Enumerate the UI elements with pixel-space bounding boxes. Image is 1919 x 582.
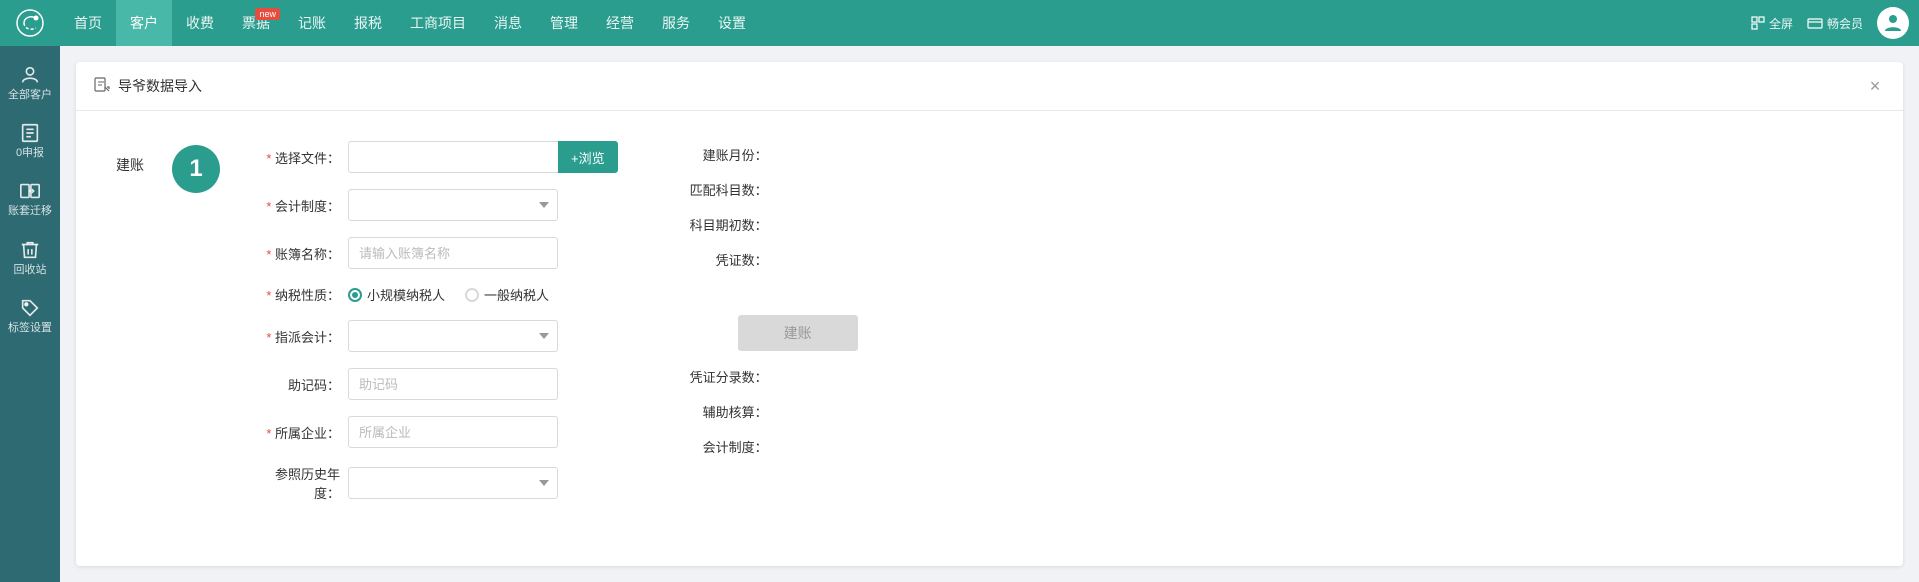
aux-account-label: 辅助核算： xyxy=(678,402,768,421)
new-badge: new xyxy=(255,8,280,20)
match-subjects-label: 匹配科目数： xyxy=(678,180,768,199)
step-label: 建账 xyxy=(116,155,144,175)
ledger-name-row: 账簿名称： xyxy=(260,237,618,269)
sidebar-item-tags[interactable]: 标签设置 xyxy=(2,289,58,343)
form-left-col: 选择文件： +浏览 会计制度： xyxy=(260,141,618,502)
tax-small-radio[interactable]: 小规模纳税人 xyxy=(348,285,445,304)
create-account-button: 建账 xyxy=(738,315,858,351)
subjects-initial-label: 科目期初数： xyxy=(678,215,768,234)
memo-row: 助记码： xyxy=(260,368,618,400)
sidebar-item-trash[interactable]: 回收站 xyxy=(2,231,58,285)
nav-messages[interactable]: 消息 xyxy=(480,0,536,46)
build-month-label: 建账月份： xyxy=(678,145,768,164)
main-layout: 全部客户 0申报 账套迁移 回收站 xyxy=(0,46,1919,582)
right-accounting-system-label: 会计制度： xyxy=(678,437,768,456)
logo xyxy=(10,3,50,43)
file-input-group: +浏览 xyxy=(348,141,618,173)
history-year-select[interactable] xyxy=(348,467,558,499)
form-grid: 选择文件： +浏览 会计制度： xyxy=(260,141,878,502)
accounting-system-select[interactable] xyxy=(348,189,558,221)
company-input[interactable] xyxy=(348,416,558,448)
step-circle: 1 xyxy=(172,145,220,193)
nav-bookkeeping[interactable]: 记账 xyxy=(284,0,340,46)
modal-header: 导爷数据导入 xyxy=(76,62,1903,111)
right-accounting-system-row: 会计制度： xyxy=(678,437,878,456)
vip-button[interactable]: 畅会员 xyxy=(1807,15,1863,32)
form-right-col: 建账月份： 匹配科目数： 科目期初数： 凭证数： xyxy=(678,141,878,502)
avatar[interactable] xyxy=(1877,7,1909,39)
memo-label: 助记码： xyxy=(260,375,340,394)
modal-title: 导爷数据导入 xyxy=(118,76,202,96)
accounting-system-label: 会计制度： xyxy=(260,196,340,215)
company-label: 所属企业： xyxy=(260,423,340,442)
tax-general-radio[interactable]: 一般纳税人 xyxy=(465,285,549,304)
build-month-row: 建账月份： xyxy=(678,145,878,164)
nav-business[interactable]: 工商项目 xyxy=(396,0,480,46)
file-input[interactable] xyxy=(348,141,558,173)
accountant-row: 指派会计： xyxy=(260,320,618,352)
sidebar-label-trash: 回收站 xyxy=(14,264,47,277)
nav-services[interactable]: 服务 xyxy=(648,0,704,46)
tax-type-row: 纳税性质： 小规模纳税人 一般纳税人 xyxy=(260,285,618,304)
nav-menu: 首页 客户 收费 票据 new 记账 报税 工商项目 消息 管理 经营 服务 设… xyxy=(60,0,1751,46)
fullscreen-button[interactable]: 全屏 xyxy=(1751,15,1793,32)
history-year-label: 参照历史年度： xyxy=(260,464,340,502)
sidebar-item-all-clients[interactable]: 全部客户 xyxy=(2,56,58,110)
tax-type-label: 纳税性质： xyxy=(260,285,340,304)
accounting-system-row: 会计制度： xyxy=(260,189,618,221)
nav-tax[interactable]: 报税 xyxy=(340,0,396,46)
tax-small-label: 小规模纳税人 xyxy=(367,285,445,304)
ledger-name-label: 账簿名称： xyxy=(260,244,340,263)
browse-button[interactable]: +浏览 xyxy=(558,141,618,173)
radio-circle-general xyxy=(465,288,479,302)
nav-right-actions: 全屏 畅会员 xyxy=(1751,7,1909,39)
sidebar-label-zero-report: 0申报 xyxy=(16,147,44,160)
sidebar-item-migration[interactable]: 账套迁移 xyxy=(2,172,58,226)
import-icon xyxy=(94,77,110,96)
nav-clients[interactable]: 客户 xyxy=(116,0,172,46)
top-navigation: 首页 客户 收费 票据 new 记账 报税 工商项目 消息 管理 经营 服务 设… xyxy=(0,0,1919,46)
sidebar-item-zero-report[interactable]: 0申报 xyxy=(2,114,58,168)
sidebar-label-all-clients: 全部客户 xyxy=(8,89,52,102)
aux-account-row: 辅助核算： xyxy=(678,402,878,421)
memo-input[interactable] xyxy=(348,368,558,400)
subjects-initial-row: 科目期初数： xyxy=(678,215,878,234)
vip-label: 畅会员 xyxy=(1827,15,1863,32)
tax-general-label: 一般纳税人 xyxy=(484,285,549,304)
sidebar: 全部客户 0申报 账套迁移 回收站 xyxy=(0,46,60,582)
voucher-entries-label: 凭证分录数： xyxy=(678,367,768,386)
nav-invoices[interactable]: 票据 new xyxy=(228,0,284,46)
form-container: 建账 1 选择文件： +浏览 xyxy=(76,111,1903,532)
radio-circle-small xyxy=(348,288,362,302)
content-area: 导爷数据导入 × 建账 1 选择文件： xyxy=(60,46,1919,582)
nav-settings[interactable]: 设置 xyxy=(704,0,760,46)
match-subjects-row: 匹配科目数： xyxy=(678,180,878,199)
tax-type-radio-group: 小规模纳税人 一般纳税人 xyxy=(348,285,549,304)
sidebar-label-migration: 账套迁移 xyxy=(8,205,52,218)
ledger-name-input[interactable] xyxy=(348,237,558,269)
file-label: 选择文件： xyxy=(260,148,340,167)
nav-fees[interactable]: 收费 xyxy=(172,0,228,46)
close-button[interactable]: × xyxy=(1863,74,1887,98)
company-row: 所属企业： xyxy=(260,416,618,448)
modal-card: 导爷数据导入 × 建账 1 选择文件： xyxy=(76,62,1903,566)
fullscreen-label: 全屏 xyxy=(1769,15,1793,32)
accountant-select[interactable] xyxy=(348,320,558,352)
file-select-row: 选择文件： +浏览 xyxy=(260,141,618,173)
nav-management[interactable]: 管理 xyxy=(536,0,592,46)
voucher-count-label: 凭证数： xyxy=(678,250,768,269)
nav-home[interactable]: 首页 xyxy=(60,0,116,46)
voucher-count-row: 凭证数： xyxy=(678,250,878,269)
step-indicator: 建账 1 xyxy=(116,141,220,502)
nav-operations[interactable]: 经营 xyxy=(592,0,648,46)
history-year-row: 参照历史年度： xyxy=(260,464,618,502)
sidebar-label-tags: 标签设置 xyxy=(8,322,52,335)
accountant-label: 指派会计： xyxy=(260,327,340,346)
voucher-entries-row: 凭证分录数： xyxy=(678,367,878,386)
